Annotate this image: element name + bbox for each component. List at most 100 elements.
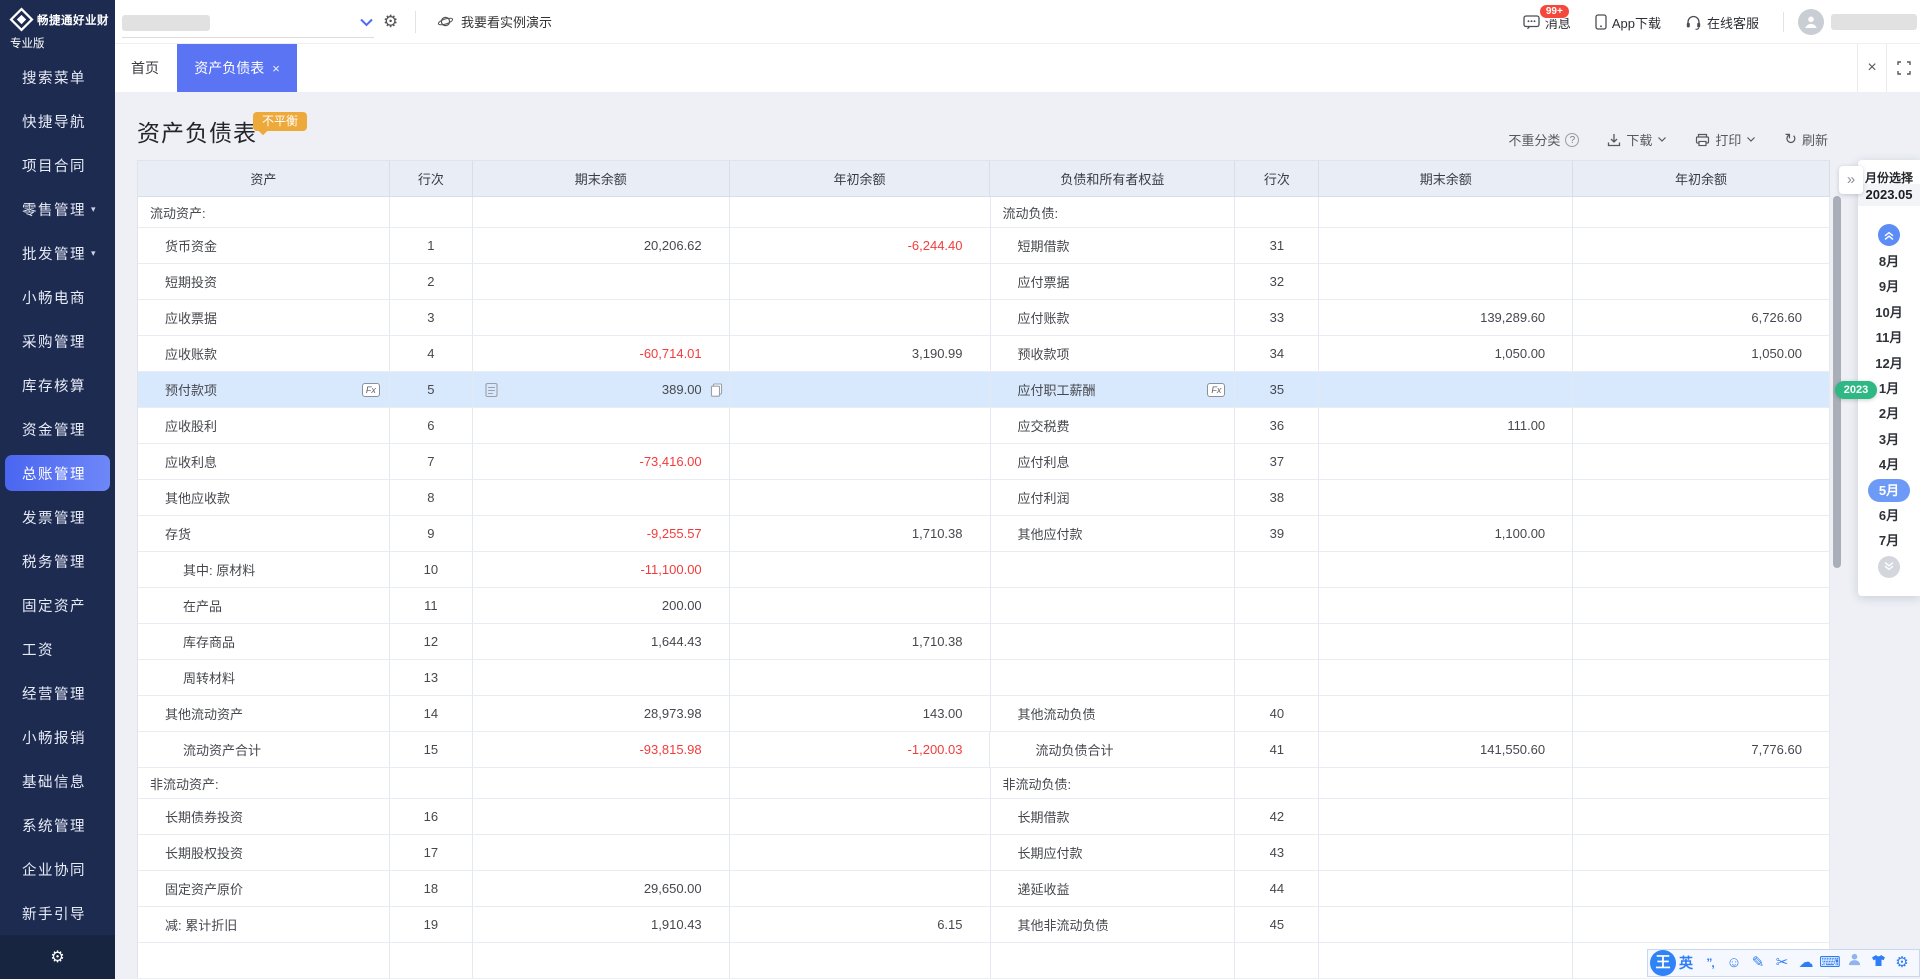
row-name-cell[interactable]: 应收账款: [138, 336, 390, 372]
beginning-balance-cell[interactable]: [729, 408, 991, 444]
row-name-cell[interactable]: 长期股权投资: [138, 835, 390, 871]
company-selector[interactable]: [122, 8, 374, 38]
ending-balance-cell[interactable]: [1319, 696, 1574, 732]
row-line-cell[interactable]: 39: [1235, 516, 1320, 552]
row-line-cell[interactable]: 42: [1235, 799, 1320, 835]
row-name-cell[interactable]: 流动负债合计: [990, 732, 1236, 768]
row-line-cell[interactable]: 37: [1235, 444, 1320, 480]
scroll-months-down-button[interactable]: [1878, 555, 1900, 578]
settings-icon[interactable]: ⚙: [1890, 950, 1914, 976]
row-line-cell[interactable]: [1235, 197, 1320, 228]
beginning-balance-cell[interactable]: [729, 444, 991, 480]
ending-balance-cell[interactable]: 139,289.60: [1319, 300, 1574, 336]
row-line-cell[interactable]: 7: [389, 444, 473, 480]
row-line-cell[interactable]: [1235, 624, 1320, 660]
row-line-cell[interactable]: 8: [389, 480, 473, 516]
ending-balance-cell[interactable]: [1319, 444, 1574, 480]
pencil-icon[interactable]: ✎: [1746, 950, 1770, 976]
row-line-cell[interactable]: 1: [389, 228, 473, 264]
ending-balance-cell[interactable]: -9,255.57: [472, 516, 730, 552]
close-page-button[interactable]: ×: [1857, 44, 1886, 92]
row-line-cell[interactable]: 13: [389, 660, 473, 696]
ending-balance-cell[interactable]: 29,650.00: [472, 871, 730, 907]
refresh-button[interactable]: ↻ 刷新: [1784, 130, 1828, 149]
beginning-balance-cell[interactable]: [729, 588, 991, 624]
row-name-cell[interactable]: 其他流动负债: [990, 696, 1236, 732]
beginning-balance-cell[interactable]: -6,244.40: [729, 228, 991, 264]
sidebar-item-总账管理[interactable]: 总账管理: [5, 455, 110, 491]
collapse-panel-button[interactable]: »: [1839, 166, 1863, 194]
month-item-6月[interactable]: 6月: [1858, 503, 1920, 528]
ending-balance-cell[interactable]: [1319, 624, 1574, 660]
sidebar-item-小畅电商[interactable]: 小畅电商: [0, 275, 115, 319]
beginning-balance-cell[interactable]: [1573, 552, 1830, 588]
row-name-cell[interactable]: 其中: 原材料: [138, 552, 390, 588]
row-name-cell[interactable]: 库存商品: [138, 624, 390, 660]
row-line-cell[interactable]: 10: [389, 552, 473, 588]
row-name-cell[interactable]: 非流动资产:: [138, 768, 390, 799]
row-name-cell[interactable]: 其他非流动负债: [990, 907, 1236, 943]
sidebar-item-企业协同[interactable]: 企业协同: [0, 847, 115, 891]
ending-balance-cell[interactable]: [1319, 943, 1574, 978]
beginning-balance-cell[interactable]: [1573, 516, 1830, 552]
tab-balance-sheet[interactable]: 资产负债表 ×: [177, 44, 297, 92]
row-name-cell[interactable]: 长期应付款: [990, 835, 1236, 871]
row-name-cell[interactable]: [138, 943, 390, 978]
month-item-11月[interactable]: 11月: [1858, 325, 1920, 350]
row-line-cell[interactable]: 19: [389, 907, 473, 943]
ending-balance-cell[interactable]: 141,550.60: [1319, 732, 1574, 768]
row-name-cell[interactable]: 固定资产原价: [138, 871, 390, 907]
beginning-balance-cell[interactable]: [1573, 696, 1830, 732]
ending-balance-cell[interactable]: [472, 660, 730, 696]
beginning-balance-cell[interactable]: [1573, 588, 1830, 624]
beginning-balance-cell[interactable]: [1573, 660, 1830, 696]
beginning-balance-cell[interactable]: [729, 768, 991, 799]
beginning-balance-cell[interactable]: [729, 197, 991, 228]
cloud-icon[interactable]: ☁: [1794, 950, 1818, 976]
row-name-cell[interactable]: [990, 624, 1236, 660]
row-name-cell[interactable]: 在产品: [138, 588, 390, 624]
fullscreen-button[interactable]: [1886, 44, 1920, 92]
ending-balance-cell[interactable]: 20,206.62: [472, 228, 730, 264]
ending-balance-cell[interactable]: -93,815.98: [472, 732, 730, 768]
beginning-balance-cell[interactable]: [1573, 264, 1830, 300]
no-reclassify-toggle[interactable]: 不重分类 ?: [1508, 130, 1580, 149]
beginning-balance-cell[interactable]: [729, 660, 991, 696]
row-name-cell[interactable]: 货币资金: [138, 228, 390, 264]
scroll-months-up-button[interactable]: [1878, 224, 1900, 246]
sidebar-item-工资[interactable]: 工资: [0, 627, 115, 671]
sidebar-item-库存核算[interactable]: 库存核算: [0, 363, 115, 407]
row-line-cell[interactable]: 6: [389, 408, 473, 444]
month-item-7月[interactable]: 7月: [1858, 528, 1920, 553]
download-button[interactable]: 下载: [1607, 130, 1667, 149]
demo-link[interactable]: 我要看实例演示: [437, 12, 552, 31]
ending-balance-cell[interactable]: -11,100.00: [472, 552, 730, 588]
ending-balance-cell[interactable]: [1319, 907, 1574, 943]
beginning-balance-cell[interactable]: [1573, 835, 1830, 871]
emoji-icon[interactable]: ☺: [1722, 950, 1746, 976]
row-name-cell[interactable]: 短期投资: [138, 264, 390, 300]
row-name-cell[interactable]: 应付职工薪酬 Fx: [990, 372, 1236, 408]
messages-button[interactable]: 消息 99+: [1523, 3, 1571, 32]
beginning-balance-cell[interactable]: [729, 300, 991, 336]
row-line-cell[interactable]: 36: [1235, 408, 1320, 444]
ending-balance-cell[interactable]: [1319, 768, 1574, 799]
beginning-balance-cell[interactable]: [729, 264, 991, 300]
row-line-cell[interactable]: [1235, 588, 1320, 624]
beginning-balance-cell[interactable]: [1573, 907, 1830, 943]
month-item-5月[interactable]: 5月: [1868, 478, 1910, 502]
ending-balance-cell[interactable]: [472, 197, 730, 228]
row-name-cell[interactable]: 预收款项: [990, 336, 1236, 372]
row-name-cell[interactable]: 存货: [138, 516, 390, 552]
beginning-balance-cell[interactable]: 1,710.38: [729, 516, 991, 552]
ending-balance-cell[interactable]: [1319, 372, 1574, 408]
row-line-cell[interactable]: 32: [1235, 264, 1320, 300]
beginning-balance-cell[interactable]: 6,726.60: [1573, 300, 1830, 336]
row-line-cell[interactable]: 5: [389, 372, 473, 408]
row-line-cell[interactable]: 3: [389, 300, 473, 336]
row-name-cell[interactable]: 预付款项 Fx: [138, 372, 390, 408]
beginning-balance-cell[interactable]: 143.00: [729, 696, 991, 732]
ending-balance-cell[interactable]: 389.00: [472, 372, 730, 408]
sidebar-item-系统管理[interactable]: 系统管理: [0, 803, 115, 847]
keyboard-icon[interactable]: ⌨: [1818, 950, 1842, 976]
